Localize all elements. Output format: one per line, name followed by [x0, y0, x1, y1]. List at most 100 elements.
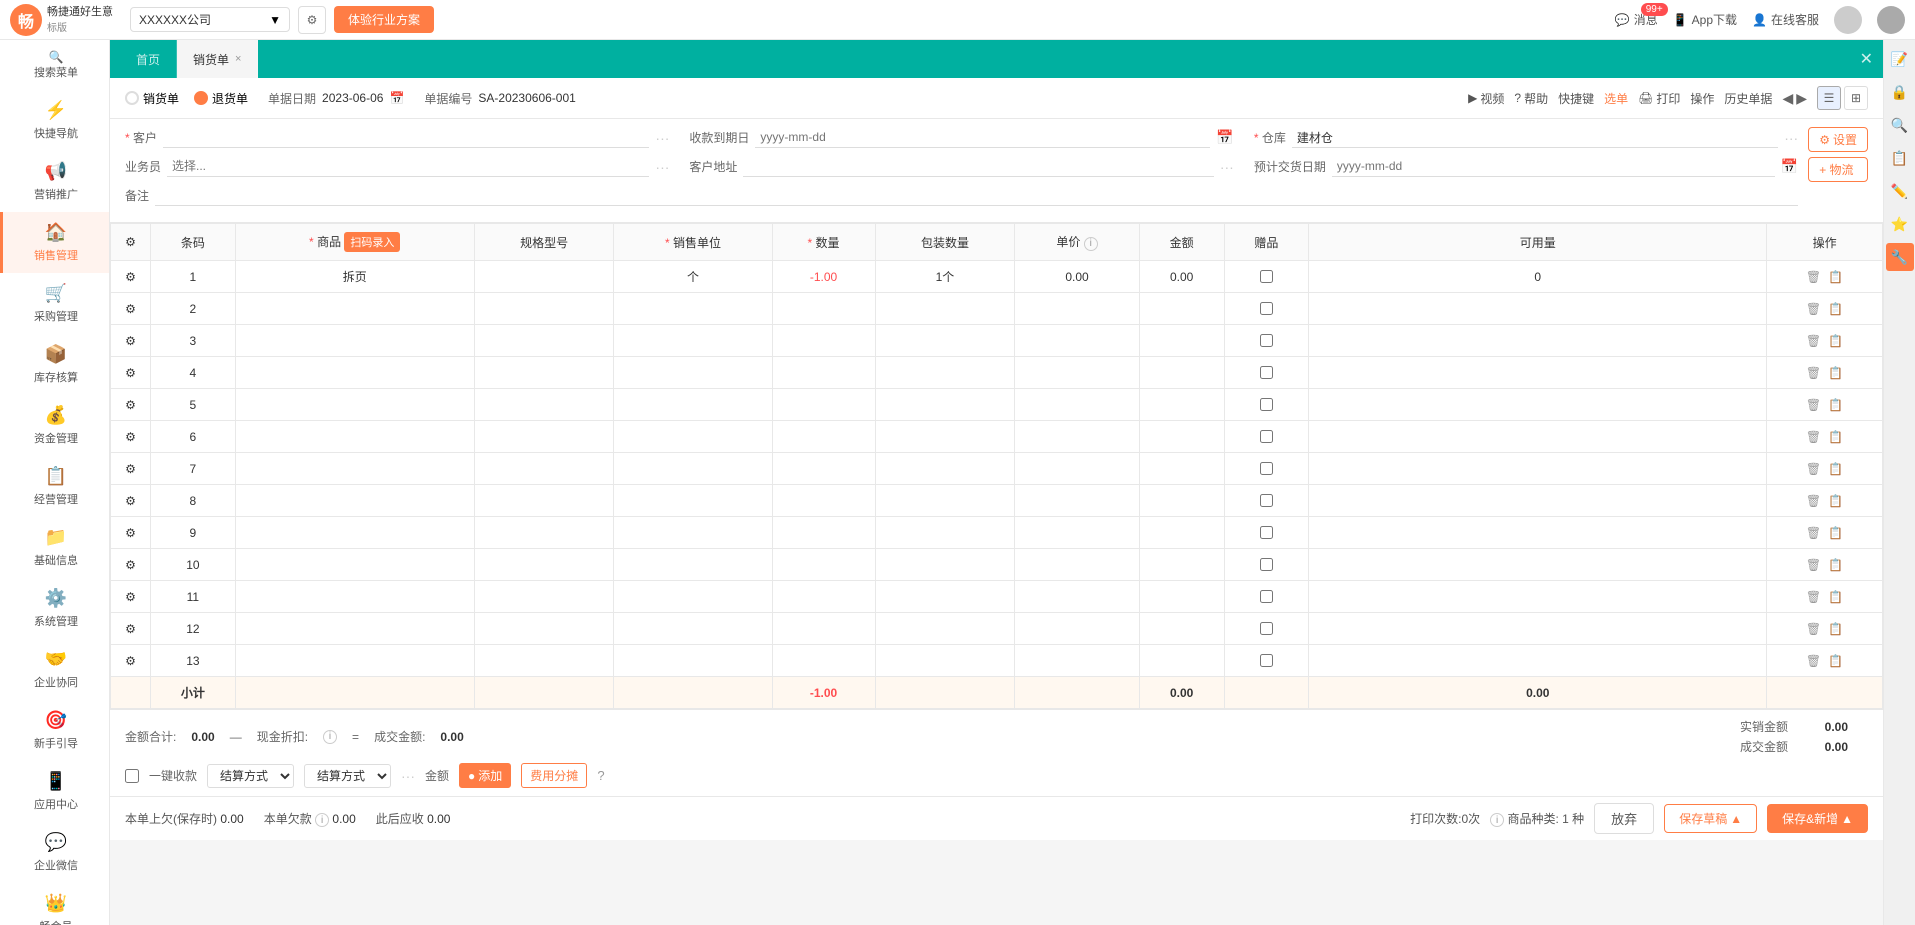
radio-return[interactable]: 退货单	[194, 90, 248, 107]
row-spec-0[interactable]	[474, 261, 614, 293]
row-spec-2[interactable]	[474, 325, 614, 357]
row-delete-icon-5[interactable]: 🗑	[1806, 430, 1821, 444]
row-setting-8[interactable]: ⚙	[111, 517, 151, 549]
row-delete-icon-1[interactable]: 🗑	[1806, 302, 1821, 316]
row-product-4[interactable]	[235, 389, 474, 421]
row-unit-3[interactable]	[614, 357, 772, 389]
message-button[interactable]: 💬 消息 99+	[1615, 11, 1658, 28]
row-gift-6[interactable]	[1224, 453, 1309, 485]
sidebar-item-marketing[interactable]: 📢 营销推广	[0, 151, 109, 212]
row-unit-0[interactable]: 个	[614, 261, 772, 293]
help-button[interactable]: ? 帮助	[1514, 90, 1548, 107]
row-product-9[interactable]	[235, 549, 474, 581]
row-product-11[interactable]	[235, 613, 474, 645]
row-qty-12[interactable]	[772, 645, 875, 677]
row-unit-price-2[interactable]	[1015, 325, 1139, 357]
row-copy-icon-9[interactable]: 📋	[1828, 558, 1843, 572]
row-gift-9[interactable]	[1224, 549, 1309, 581]
row-qty-4[interactable]	[772, 389, 875, 421]
row-amount-12[interactable]	[1139, 645, 1224, 677]
row-gift-1[interactable]	[1224, 293, 1309, 325]
warehouse-input[interactable]	[1292, 127, 1778, 148]
print-button[interactable]: 🖨 打印	[1638, 90, 1680, 107]
row-unit-1[interactable]	[614, 293, 772, 325]
row-qty-2[interactable]	[772, 325, 875, 357]
tab-sales-order[interactable]: 销货单 ×	[177, 40, 258, 78]
row-gift-0[interactable]	[1224, 261, 1309, 293]
row-qty-11[interactable]	[772, 613, 875, 645]
row-copy-icon-3[interactable]: 📋	[1828, 366, 1843, 380]
row-product-7[interactable]	[235, 485, 474, 517]
row-pack-qty-7[interactable]	[875, 485, 1015, 517]
row-unit-price-8[interactable]	[1015, 517, 1139, 549]
row-spec-9[interactable]	[474, 549, 614, 581]
row-unit-price-4[interactable]	[1015, 389, 1139, 421]
row-delete-icon-9[interactable]: 🗑	[1806, 558, 1821, 572]
th-settings[interactable]: ⚙	[111, 224, 151, 261]
row-pack-qty-6[interactable]	[875, 453, 1015, 485]
customer-address-input[interactable]	[743, 156, 1213, 177]
video-button[interactable]: ▶ 视频	[1468, 90, 1504, 107]
sidebar-item-operations[interactable]: 📋 经营管理	[0, 456, 109, 517]
row-unit-price-10[interactable]	[1015, 581, 1139, 613]
row-pack-qty-12[interactable]	[875, 645, 1015, 677]
row-qty-5[interactable]	[772, 421, 875, 453]
sidebar-item-member[interactable]: 👑 畅会员	[0, 883, 109, 925]
select-button[interactable]: 选单	[1604, 90, 1628, 107]
row-copy-icon-4[interactable]: 📋	[1828, 398, 1843, 412]
row-setting-2[interactable]: ⚙	[111, 325, 151, 357]
row-gift-7[interactable]	[1224, 485, 1309, 517]
sidebar-item-shortcut[interactable]: ⚡ 快捷导航	[0, 90, 109, 151]
row-spec-8[interactable]	[474, 517, 614, 549]
right-panel-tool-icon[interactable]: 🔧	[1886, 243, 1914, 271]
radio-sales[interactable]: 销货单	[125, 90, 179, 107]
row-gift-12[interactable]	[1224, 645, 1309, 677]
product-type-info-icon[interactable]: i	[1490, 813, 1504, 827]
grid-view-button[interactable]: ⊞	[1844, 86, 1868, 110]
row-copy-icon-12[interactable]: 📋	[1828, 654, 1843, 668]
total-due-info-icon[interactable]: i	[315, 813, 329, 827]
row-copy-icon-2[interactable]: 📋	[1828, 334, 1843, 348]
customer-expand-icon[interactable]: ···	[655, 130, 669, 146]
avatar[interactable]	[1834, 6, 1862, 34]
row-gift-4[interactable]	[1224, 389, 1309, 421]
row-amount-6[interactable]	[1139, 453, 1224, 485]
row-product-10[interactable]	[235, 581, 474, 613]
row-product-8[interactable]	[235, 517, 474, 549]
row-spec-11[interactable]	[474, 613, 614, 645]
avatar2[interactable]	[1877, 6, 1905, 34]
save-draft-button[interactable]: 保存草稿 ▲	[1664, 804, 1757, 833]
row-amount-8[interactable]	[1139, 517, 1224, 549]
row-setting-12[interactable]: ⚙	[111, 645, 151, 677]
row-product-12[interactable]	[235, 645, 474, 677]
row-copy-icon-5[interactable]: 📋	[1828, 430, 1843, 444]
row-unit-price-12[interactable]	[1015, 645, 1139, 677]
sidebar-item-finance[interactable]: 💰 资金管理	[0, 395, 109, 456]
row-unit-price-1[interactable]	[1015, 293, 1139, 325]
row-unit-price-3[interactable]	[1015, 357, 1139, 389]
row-unit-price-0[interactable]: 0.00	[1015, 261, 1139, 293]
row-qty-0[interactable]: -1.00	[772, 261, 875, 293]
row-delete-icon-0[interactable]: 🗑	[1806, 270, 1821, 284]
row-delete-icon-2[interactable]: 🗑	[1806, 334, 1821, 348]
tab-bar-close-button[interactable]: ✕	[1860, 49, 1873, 69]
sidebar-item-purchase[interactable]: 🛒 采购管理	[0, 273, 109, 334]
row-copy-icon-7[interactable]: 📋	[1828, 494, 1843, 508]
row-copy-icon-1[interactable]: 📋	[1828, 302, 1843, 316]
row-unit-price-11[interactable]	[1015, 613, 1139, 645]
row-qty-10[interactable]	[772, 581, 875, 613]
row-setting-0[interactable]: ⚙	[111, 261, 151, 293]
right-panel-search-icon[interactable]: 🔍	[1886, 111, 1914, 139]
setting-button[interactable]: ⚙ 设置	[1808, 127, 1868, 152]
row-spec-7[interactable]	[474, 485, 614, 517]
row-pack-qty-4[interactable]	[875, 389, 1015, 421]
customer-input[interactable]	[163, 127, 649, 148]
next-arrow[interactable]: ▶	[1796, 90, 1807, 107]
remark-input[interactable]	[155, 185, 1798, 206]
row-spec-3[interactable]	[474, 357, 614, 389]
save-draft-dropdown-icon[interactable]: ▲	[1730, 812, 1742, 826]
sidebar-item-guide[interactable]: 🎯 新手引导	[0, 700, 109, 761]
row-delete-icon-4[interactable]: 🗑	[1806, 398, 1821, 412]
row-copy-icon-8[interactable]: 📋	[1828, 526, 1843, 540]
expected-date-calendar-icon[interactable]: 📅	[1781, 158, 1798, 175]
